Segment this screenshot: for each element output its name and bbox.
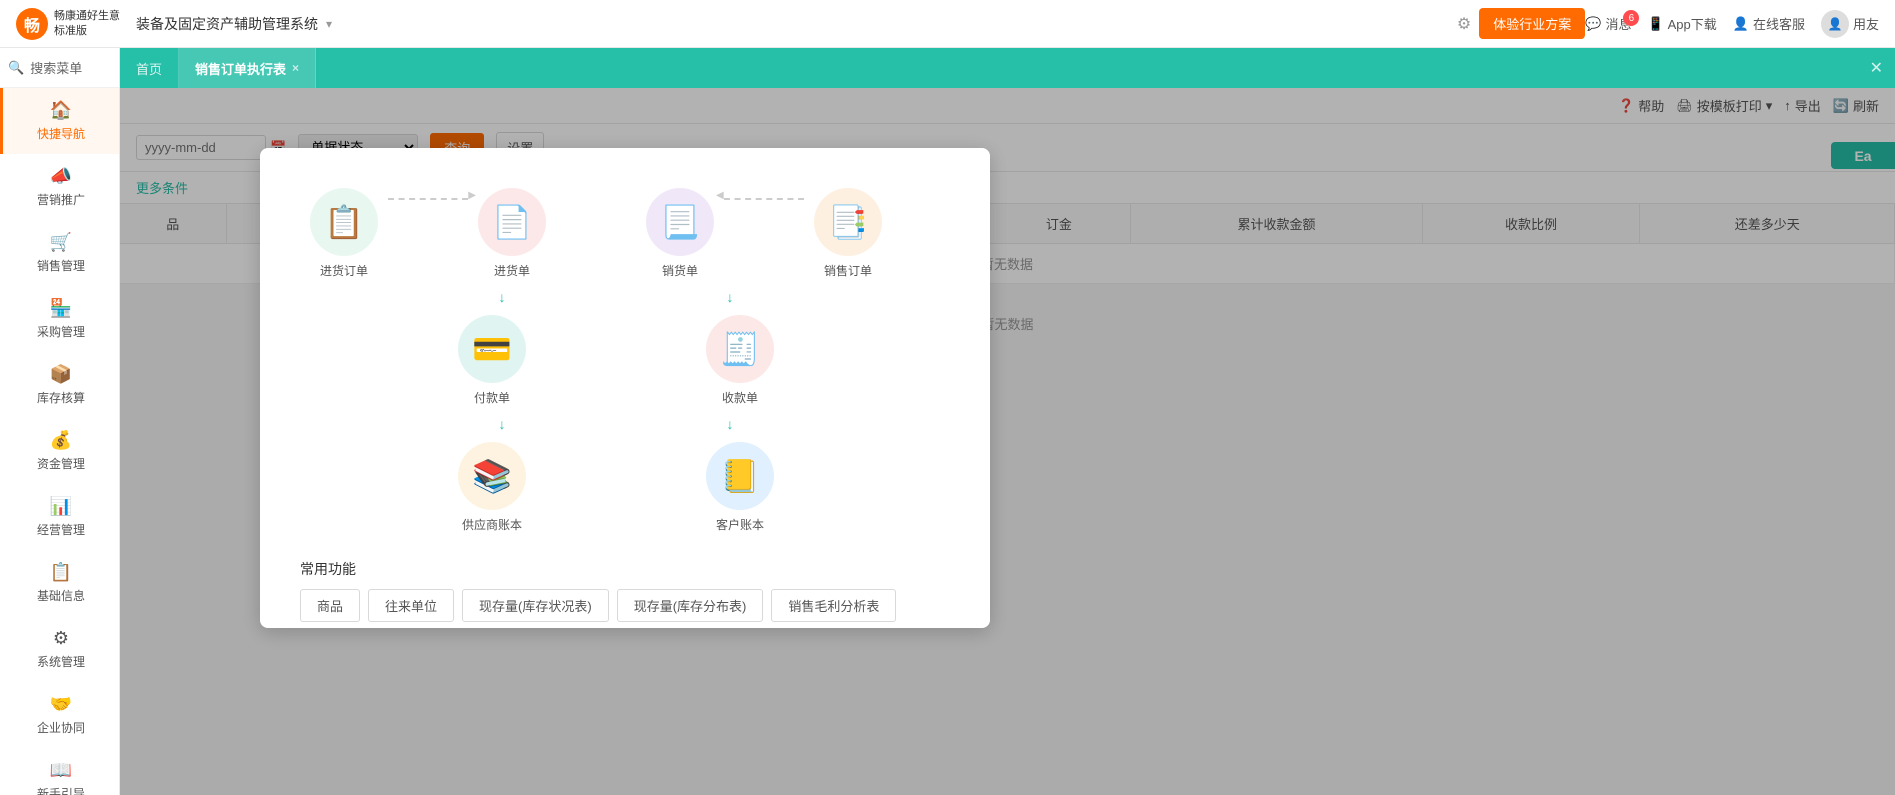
tab-sales-order[interactable]: 销售订单执行表 × [179,48,316,88]
common-functions: 常用功能 商品 往来单位 现存量(库存状况表) 现存量(库存分布表) 销售毛利分… [300,559,950,628]
cf-btn-product[interactable]: 商品 [300,589,360,622]
sidebar-item-newbie[interactable]: 📖 新手引导 [0,748,119,795]
trial-btn[interactable]: 体验行业方案 [1479,8,1585,39]
sidebar-item-purchase[interactable]: 🏪 采购管理 [0,286,119,352]
sidebar-item-finance[interactable]: 💰 资金管理 [0,418,119,484]
sales-order-label: 销售订单 [824,262,872,279]
arrow-so-to-sb [724,178,804,200]
page-content: ❓ 帮助 🖨 按模板打印 ▾ ↑ 导出 🔄 刷新 [120,88,1895,795]
purchase-order-circle: 📋 [310,188,378,256]
logo-area: 畅 畅康通好生意 标准版 [16,8,136,40]
purchase-bill-circle: 📄 [478,188,546,256]
flow-row-1: 📋 进货订单 📄 [300,178,950,289]
top-right: 💬 消息 6 📱 App下载 👤 在线客服 👤 用友 [1585,10,1879,38]
main-layout: 🔍 搜索菜单 🏠 快捷导航 📣 营销推广 🛒 销售管理 🏪 采购管理 📦 库存核… [0,48,1895,795]
message-badge: 6 [1623,10,1639,26]
arrow-down-sb: ↓ [696,289,764,305]
sidebar-item-enterprise[interactable]: 🤝 企业协同 [0,682,119,748]
supplier-account-label: 供应商账本 [462,516,522,533]
modal-overlay: 📋 进货订单 📄 [120,88,1895,795]
arrow-down-rec: ↓ [696,416,764,432]
enterprise-icon: 🤝 [50,694,72,715]
tab-close-icon[interactable]: × [292,61,299,75]
system-icon: ⚙ [53,628,69,649]
tab-bar-close-btn[interactable]: ✕ [1858,58,1895,78]
cf-btn-sales-margin[interactable]: 销售毛利分析表 [771,589,896,622]
cf-title: 常用功能 [300,559,950,579]
sidebar-search[interactable]: 🔍 搜索菜单 [0,48,119,88]
sidebar-item-marketing[interactable]: 📣 营销推广 [0,154,119,220]
purchase-icon: 🏪 [50,298,72,319]
user-area[interactable]: 👤 用友 [1821,10,1879,38]
supplier-account-circle: 📚 [458,442,526,510]
logo-text: 畅康通好生意 标准版 [54,9,120,38]
flow-node-sales-order[interactable]: 📑 销售订单 [804,178,892,289]
sidebar-item-basic-info[interactable]: 📋 基础信息 [0,550,119,616]
online-service-btn[interactable]: 👤 在线客服 [1733,14,1805,33]
tab-home[interactable]: 首页 [120,48,179,88]
sales-bill-label: 销货单 [662,262,698,279]
flow-node-payment[interactable]: 💳 付款单 [448,305,536,416]
settings-icon[interactable]: ⚙ [1457,14,1471,34]
flow-row-arrows2: ↓ ↓ [300,416,950,432]
sidebar-item-quick-nav[interactable]: 🏠 快捷导航 [0,88,119,154]
flow-node-purchase-bill[interactable]: 📄 进货单 [468,178,556,289]
arrow-down-pay: ↓ [468,416,536,432]
flow-modal: 📋 进货订单 📄 [260,148,990,628]
finance-icon: 💰 [50,430,72,451]
flow-row-3: 📚 供应商账本 📒 客户账本 [300,432,950,543]
flow-row-2: 💳 付款单 🧾 收款单 [300,305,950,416]
chevron-down-icon[interactable]: ▾ [326,17,332,31]
flow-node-supplier-account[interactable]: 📚 供应商账本 [448,432,536,543]
sidebar-item-system[interactable]: ⚙ 系统管理 [0,616,119,682]
cf-btn-stock-status[interactable]: 现存量(库存状况表) [462,589,609,622]
receipt-label: 收款单 [722,389,758,406]
sales-bill-circle: 📃 [646,188,714,256]
message-btn[interactable]: 💬 消息 6 [1585,14,1631,33]
system-title: 装备及固定资产辅助管理系统 ▾ [136,14,1457,34]
arrow-po-to-pb [388,178,468,200]
payment-label: 付款单 [474,389,510,406]
cf-buttons-row1: 商品 往来单位 现存量(库存状况表) 现存量(库存分布表) 销售毛利分析表 商品… [300,589,950,628]
customer-account-circle: 📒 [706,442,774,510]
purchase-order-label: 进货订单 [320,262,368,279]
home-icon: 🏠 [50,100,72,121]
modal-content: 📋 进货订单 📄 [260,148,990,628]
avatar: 👤 [1821,10,1849,38]
flow-row-arrows: ↓ ↓ [300,289,950,305]
logo-icon: 畅 [16,8,48,40]
sales-order-circle: 📑 [814,188,882,256]
cf-btn-partner[interactable]: 往来单位 [368,589,454,622]
operations-icon: 📊 [50,496,72,517]
customer-account-label: 客户账本 [716,516,764,533]
flow-node-receipt[interactable]: 🧾 收款单 [696,305,784,416]
sales-icon: 🛒 [50,232,72,253]
arrow-down-pb: ↓ [468,289,536,305]
sidebar: 🔍 搜索菜单 🏠 快捷导航 📣 营销推广 🛒 销售管理 🏪 采购管理 📦 库存核… [0,48,120,795]
sidebar-item-inventory[interactable]: 📦 库存核算 [0,352,119,418]
payment-circle: 💳 [458,315,526,383]
search-icon: 🔍 [8,60,24,76]
sidebar-item-sales[interactable]: 🛒 销售管理 [0,220,119,286]
marketing-icon: 📣 [50,166,72,187]
app-download-btn[interactable]: 📱 App下载 [1647,14,1716,33]
cf-btn-stock-dist[interactable]: 现存量(库存分布表) [617,589,764,622]
content-area: 首页 销售订单执行表 × ✕ ❓ 帮助 🖨 按模板打印 ▾ [120,48,1895,795]
flow-node-purchase-order[interactable]: 📋 进货订单 [300,178,388,289]
flow-node-sales-bill[interactable]: 📃 销货单 [636,178,724,289]
tab-bar: 首页 销售订单执行表 × ✕ [120,48,1895,88]
newbie-icon: 📖 [50,760,72,781]
inventory-icon: 📦 [50,364,72,385]
purchase-bill-label: 进货单 [494,262,530,279]
sidebar-item-operations[interactable]: 📊 经营管理 [0,484,119,550]
receipt-circle: 🧾 [706,315,774,383]
top-bar: 畅 畅康通好生意 标准版 装备及固定资产辅助管理系统 ▾ ⚙ 体验行业方案 💬 … [0,0,1895,48]
flow-node-customer-account[interactable]: 📒 客户账本 [696,432,784,543]
basic-info-icon: 📋 [50,562,72,583]
